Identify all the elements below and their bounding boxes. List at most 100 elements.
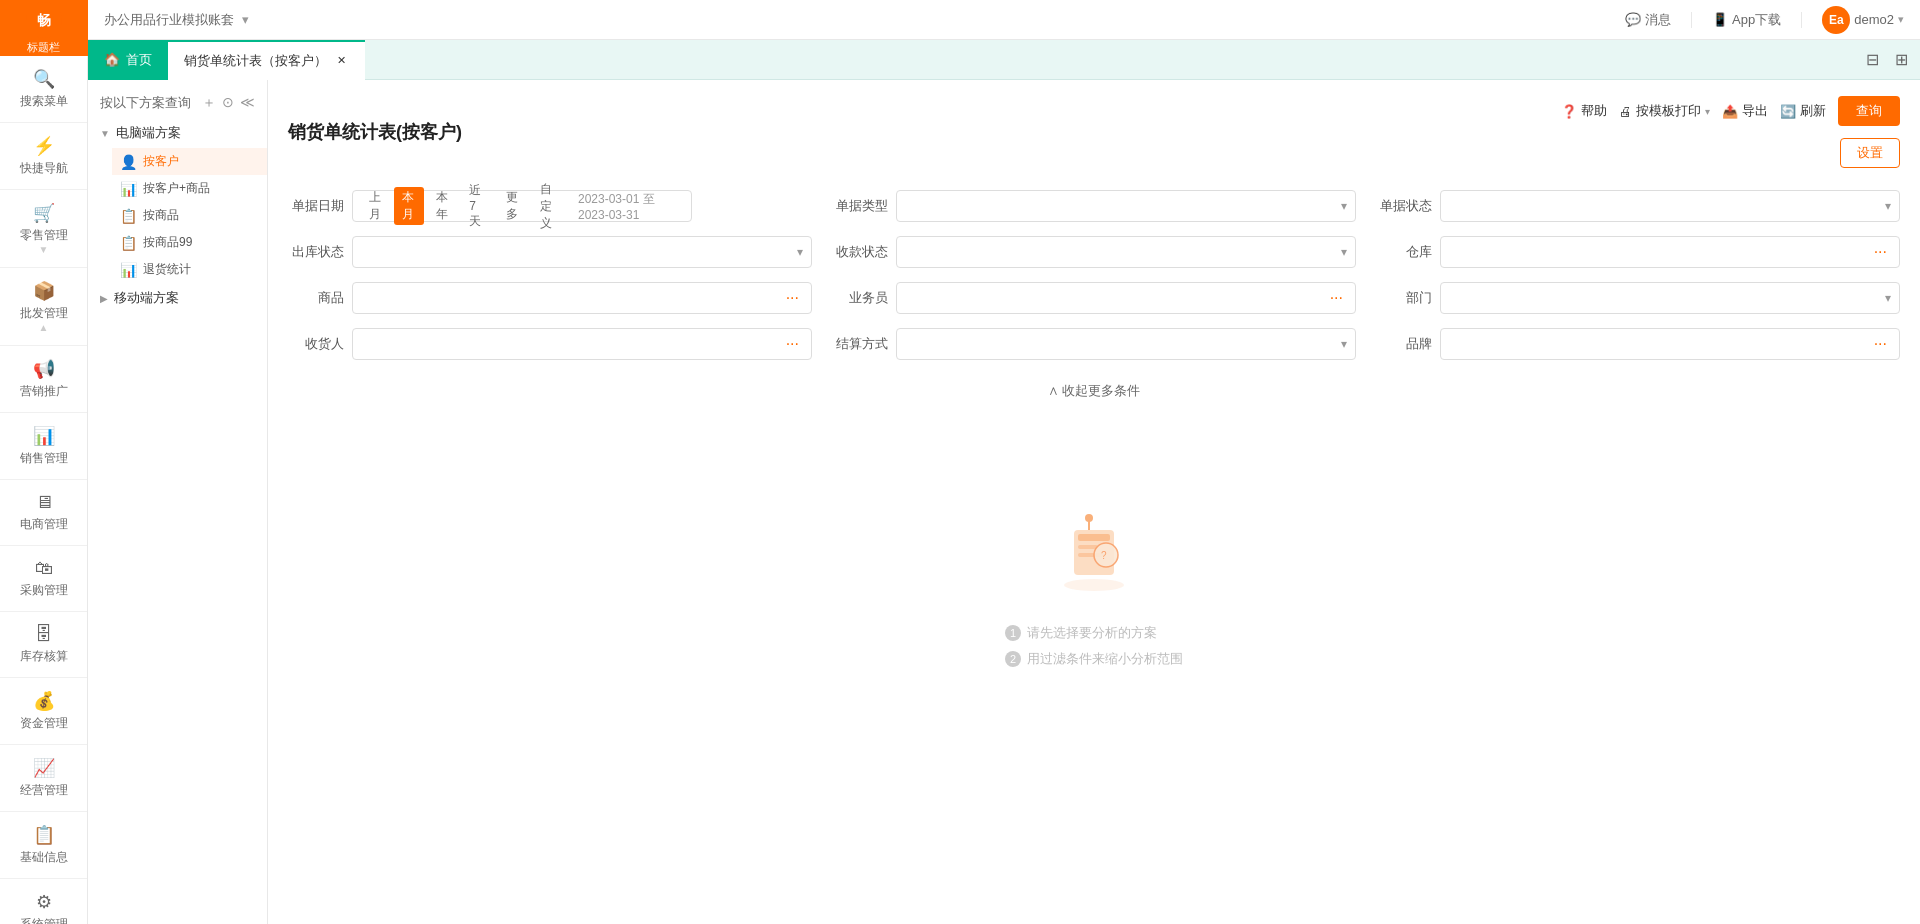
tab-home-label: 首页 (126, 51, 152, 69)
filter-date: 单据日期 上月 本月 本年 近7天 更多 自定义 2023-03-01 至 20… (288, 190, 812, 222)
sidebar-item-label: 批发管理 (20, 305, 68, 322)
warehouse-status-chevron: ▾ (797, 245, 803, 259)
tree-item-by-product[interactable]: 📋 按商品 (112, 202, 267, 229)
receiver-control[interactable]: ··· (352, 328, 812, 360)
tree-mobile-parent[interactable]: ▶ 移动端方案 (88, 283, 267, 313)
query-button[interactable]: 查询 (1838, 96, 1900, 126)
date-label: 单据日期 (288, 197, 344, 215)
settlement-control[interactable]: ▾ (896, 328, 1356, 360)
sidebar-item-sales[interactable]: 📊 销售管理 (0, 413, 87, 480)
date-tab-more[interactable]: 更多 (498, 187, 527, 225)
header-left: 办公用品行业模拟账套 ▾ (104, 11, 249, 29)
warehouse-control[interactable]: ··· (1440, 236, 1900, 268)
brand-dots-btn[interactable]: ··· (1870, 335, 1891, 353)
export-icon: 📤 (1722, 104, 1738, 119)
tab-home[interactable]: 🏠 首页 (88, 40, 168, 80)
tab-bar: 🏠 首页 销货单统计表（按客户） ✕ ⊟ ⊞ (88, 40, 1920, 80)
panel-header-label: 按以下方案查询 (100, 94, 191, 112)
print-template-btn[interactable]: 🖨 按模板打印 ▾ (1619, 102, 1710, 120)
add-scheme-btn[interactable]: ＋ (202, 94, 216, 112)
sidebar-item-marketing[interactable]: 📢 营销推广 (0, 346, 87, 413)
app-download-label: App下载 (1732, 11, 1781, 29)
date-tab-custom[interactable]: 自定义 (532, 179, 568, 234)
tree-item-by-customer-product[interactable]: 📊 按客户+商品 (112, 175, 267, 202)
department-control[interactable]: ▾ (1440, 282, 1900, 314)
user-name: demo2 (1854, 12, 1894, 27)
tree-mobile-schemes: ▶ 移动端方案 (88, 283, 267, 313)
warehouse-dots-btn[interactable]: ··· (1870, 243, 1891, 261)
filter-warehouse: 仓库 ··· (1376, 236, 1900, 268)
single-type-control[interactable]: ▾ (896, 190, 1356, 222)
refresh-icon: 🔄 (1780, 104, 1796, 119)
logo[interactable]: 畅 标题栏 (0, 0, 88, 56)
date-tab-7days[interactable]: 近7天 (461, 180, 494, 232)
filter-receiver: 收货人 ··· (288, 328, 812, 360)
sidebar-item-ops[interactable]: 📈 经营管理 (0, 745, 87, 812)
sidebar-item-quick-nav[interactable]: ⚡ 快捷导航 (0, 123, 87, 190)
breadcrumb: 办公用品行业模拟账套 (104, 11, 234, 29)
brand-control[interactable]: ··· (1440, 328, 1900, 360)
salesperson-dots-btn[interactable]: ··· (1326, 289, 1347, 307)
tab-close-btn[interactable]: ✕ (333, 53, 349, 69)
date-control[interactable]: 上月 本月 本年 近7天 更多 自定义 2023-03-01 至 2023-03… (352, 190, 692, 222)
product-control[interactable]: ··· (352, 282, 812, 314)
salesperson-label: 业务员 (832, 289, 888, 307)
user-dropdown-icon: ▾ (1898, 13, 1904, 26)
svg-rect-4 (1078, 534, 1110, 541)
collapse-panel-btn[interactable]: ≪ (240, 94, 255, 112)
print-dropdown-icon: ▾ (1705, 106, 1710, 117)
date-tab-this-month[interactable]: 本月 (394, 187, 423, 225)
sidebar-item-basic[interactable]: 📋 基础信息 (0, 812, 87, 879)
avatar: Ea (1822, 6, 1850, 34)
user-area[interactable]: Ea demo2 ▾ (1822, 6, 1904, 34)
sidebar-item-finance[interactable]: 💰 资金管理 (0, 678, 87, 745)
sidebar-item-inventory[interactable]: 🗄 库存核算 (0, 612, 87, 678)
date-value: 2023-03-01 至 2023-03-31 (578, 191, 683, 222)
edit-scheme-btn[interactable]: ⊙ (222, 94, 234, 112)
help-btn[interactable]: ❓ 帮助 (1561, 102, 1607, 120)
export-btn[interactable]: 📤 导出 (1722, 102, 1768, 120)
sidebar-item-label: 零售管理 (20, 227, 68, 244)
purchase-icon: 🛍 (35, 558, 53, 579)
receiver-dots-btn[interactable]: ··· (782, 335, 803, 353)
tree-pc-parent[interactable]: ▼ 电脑端方案 (88, 118, 267, 148)
breadcrumb-dropdown-icon[interactable]: ▾ (242, 12, 249, 27)
product-dots-btn[interactable]: ··· (782, 289, 803, 307)
tree-item-by-product-99[interactable]: 📋 按商品99 (112, 229, 267, 256)
sidebar-item-ecom[interactable]: 🖥 电商管理 (0, 480, 87, 546)
single-status-control[interactable]: ▾ (1440, 190, 1900, 222)
settings-button[interactable]: 设置 (1840, 138, 1900, 168)
table-icon-2: 📋 (120, 235, 137, 251)
tab-sales-stat[interactable]: 销货单统计表（按客户） ✕ (168, 40, 365, 80)
warehouse-status-control[interactable]: ▾ (352, 236, 812, 268)
sidebar-item-wholesale[interactable]: 📦 批发管理 ▲ (0, 268, 87, 346)
tree-item-return-stat[interactable]: 📊 退货统计 (112, 256, 267, 283)
filter-salesperson: 业务员 ··· (832, 282, 1356, 314)
sidebar-item-retail[interactable]: 🛒 零售管理 ▼ (0, 190, 87, 268)
app-download-btn[interactable]: 📱 App下载 (1712, 11, 1781, 29)
app-icon: 📱 (1712, 12, 1728, 27)
sidebar: 畅 标题栏 🔍 搜索菜单 ⚡ 快捷导航 🛒 零售管理 ▼ 📦 批发管理 ▲ 📢 … (0, 0, 88, 924)
tree-item-by-customer[interactable]: 👤 按客户 (112, 148, 267, 175)
tab-minimize-btn[interactable]: ⊟ (1862, 46, 1883, 73)
refresh-btn[interactable]: 🔄 刷新 (1780, 102, 1826, 120)
salesperson-control[interactable]: ··· (896, 282, 1356, 314)
page-title: 销货单统计表(按客户) (288, 120, 462, 144)
message-btn[interactable]: 💬 消息 (1625, 11, 1671, 29)
page-title-bar: 销货单统计表(按客户) ❓ 帮助 🖨 按模板打印 ▾ (268, 80, 1920, 178)
collapse-label: 收起更多条件 (1062, 383, 1140, 398)
warehouse-label: 仓库 (1376, 243, 1432, 261)
title-actions-area: ❓ 帮助 🖨 按模板打印 ▾ 📤 导出 (1561, 96, 1900, 168)
sidebar-item-system[interactable]: ⚙ 系统管理 (0, 879, 87, 924)
single-status-chevron: ▾ (1885, 199, 1891, 213)
filter-single-status: 单据状态 ▾ (1376, 190, 1900, 222)
payment-status-control[interactable]: ▾ (896, 236, 1356, 268)
collapse-bar[interactable]: ∧ 收起更多条件 (288, 374, 1900, 408)
svg-point-10 (1085, 514, 1093, 522)
payment-status-label: 收款状态 (832, 243, 888, 261)
tab-maximize-btn[interactable]: ⊞ (1891, 46, 1912, 73)
sidebar-item-search[interactable]: 🔍 搜索菜单 (0, 56, 87, 123)
sidebar-item-purchase[interactable]: 🛍 采购管理 (0, 546, 87, 612)
date-tab-last-month[interactable]: 上月 (361, 187, 390, 225)
date-tab-this-year[interactable]: 本年 (428, 187, 457, 225)
